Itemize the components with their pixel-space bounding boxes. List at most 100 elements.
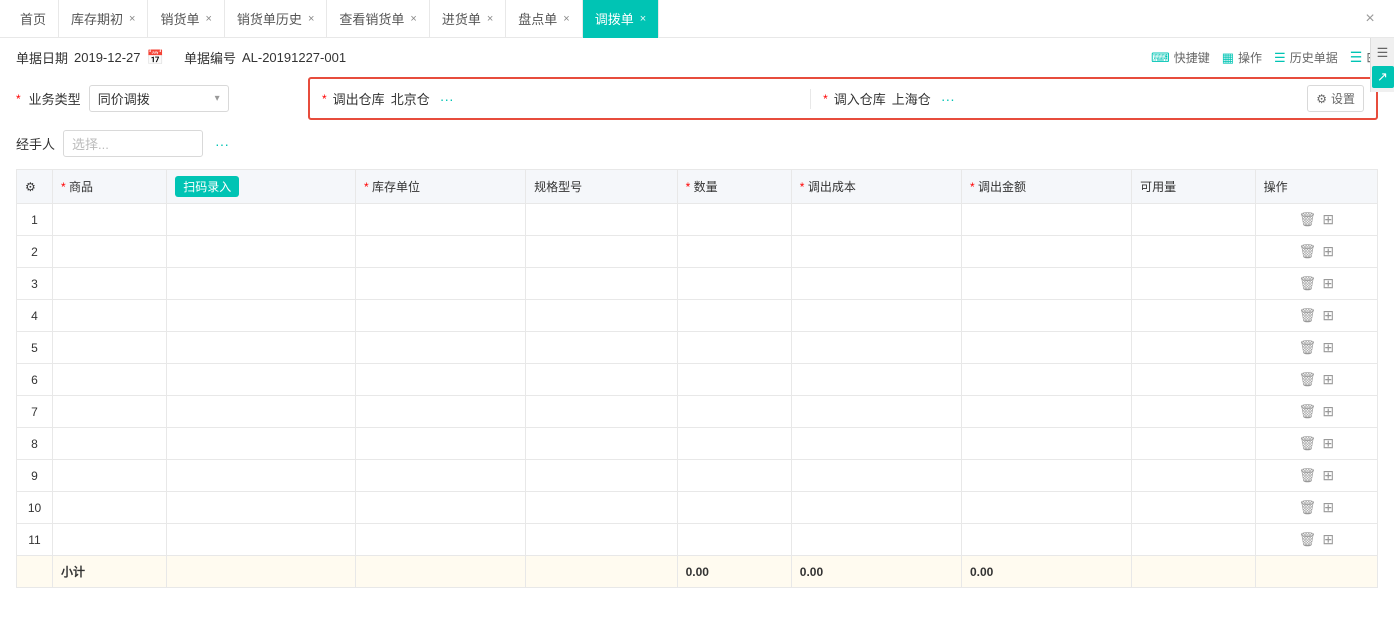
- row-spec-10[interactable]: [526, 492, 677, 524]
- row-spec-9[interactable]: [526, 460, 677, 492]
- sidebar-list-icon[interactable]: ☰: [1372, 42, 1394, 64]
- copy-icon-8[interactable]: ⊞: [1322, 435, 1334, 452]
- tab-inventory-init[interactable]: 库存期初 ×: [59, 0, 148, 38]
- scan-entry-button[interactable]: 扫码录入: [175, 176, 239, 197]
- tab-view-sales[interactable]: 查看销货单 ×: [327, 0, 429, 38]
- row-unit-10[interactable]: [355, 492, 525, 524]
- copy-icon-4[interactable]: ⊞: [1322, 307, 1334, 324]
- row-cost-11[interactable]: [791, 524, 961, 556]
- row-amount-4[interactable]: [961, 300, 1131, 332]
- row-goods-3[interactable]: [53, 268, 167, 300]
- row-unit-5[interactable]: [355, 332, 525, 364]
- row-cost-8[interactable]: [791, 428, 961, 460]
- handler-ellipsis[interactable]: ···: [211, 136, 233, 152]
- row-unit-9[interactable]: [355, 460, 525, 492]
- tab-close-purchase-order[interactable]: ×: [487, 13, 493, 25]
- delete-icon-8[interactable]: 🗑: [1299, 435, 1317, 452]
- row-cost-5[interactable]: [791, 332, 961, 364]
- row-cost-10[interactable]: [791, 492, 961, 524]
- delete-icon-10[interactable]: 🗑: [1299, 499, 1317, 516]
- row-qty-9[interactable]: [677, 460, 791, 492]
- row-goods-5[interactable]: [53, 332, 167, 364]
- row-unit-7[interactable]: [355, 396, 525, 428]
- tab-close-sales-order[interactable]: ×: [205, 13, 211, 25]
- window-close-button[interactable]: ×: [1354, 0, 1386, 38]
- row-goods-1[interactable]: [53, 204, 167, 236]
- row-cost-3[interactable]: [791, 268, 961, 300]
- row-amount-11[interactable]: [961, 524, 1131, 556]
- row-unit-1[interactable]: [355, 204, 525, 236]
- handler-select[interactable]: 选择...: [63, 130, 203, 157]
- row-cost-2[interactable]: [791, 236, 961, 268]
- delete-icon-11[interactable]: 🗑: [1299, 531, 1317, 548]
- settings-button[interactable]: ⚙ 设置: [1307, 85, 1364, 112]
- row-unit-6[interactable]: [355, 364, 525, 396]
- row-amount-8[interactable]: [961, 428, 1131, 460]
- shortcuts-button[interactable]: ⌨ 快捷键: [1151, 49, 1210, 66]
- row-spec-8[interactable]: [526, 428, 677, 460]
- tab-sales-history[interactable]: 销货单历史 ×: [225, 0, 327, 38]
- row-amount-1[interactable]: [961, 204, 1131, 236]
- row-spec-4[interactable]: [526, 300, 677, 332]
- row-goods-6[interactable]: [53, 364, 167, 396]
- delete-icon-3[interactable]: 🗑: [1299, 275, 1317, 292]
- copy-icon-1[interactable]: ⊞: [1322, 211, 1334, 228]
- copy-icon-6[interactable]: ⊞: [1322, 371, 1334, 388]
- copy-icon-9[interactable]: ⊞: [1322, 467, 1334, 484]
- operations-button[interactable]: ▦ 操作: [1222, 49, 1262, 66]
- warehouse-out-value[interactable]: 北京仓: [391, 89, 430, 108]
- row-qty-10[interactable]: [677, 492, 791, 524]
- tab-close-view-sales[interactable]: ×: [410, 13, 416, 25]
- row-amount-7[interactable]: [961, 396, 1131, 428]
- delete-icon-7[interactable]: 🗑: [1299, 403, 1317, 420]
- row-unit-2[interactable]: [355, 236, 525, 268]
- warehouse-in-ellipsis[interactable]: ···: [937, 91, 959, 107]
- row-qty-6[interactable]: [677, 364, 791, 396]
- copy-icon-7[interactable]: ⊞: [1322, 403, 1334, 420]
- row-unit-11[interactable]: [355, 524, 525, 556]
- tab-close-inventory-init[interactable]: ×: [129, 13, 135, 25]
- row-qty-4[interactable]: [677, 300, 791, 332]
- tab-sales-order[interactable]: 销货单 ×: [148, 0, 224, 38]
- tab-close-sales-history[interactable]: ×: [308, 13, 314, 25]
- delete-icon-6[interactable]: 🗑: [1299, 371, 1317, 388]
- row-spec-2[interactable]: [526, 236, 677, 268]
- row-goods-11[interactable]: [53, 524, 167, 556]
- row-cost-7[interactable]: [791, 396, 961, 428]
- row-qty-2[interactable]: [677, 236, 791, 268]
- sidebar-export-icon[interactable]: ↗: [1372, 66, 1394, 88]
- row-goods-9[interactable]: [53, 460, 167, 492]
- tab-inventory-check[interactable]: 盘点单 ×: [506, 0, 582, 38]
- table-gear-icon[interactable]: ⚙: [25, 180, 36, 194]
- layout-list-icon[interactable]: ☰: [1350, 49, 1363, 66]
- tab-close-transfer-order[interactable]: ×: [640, 13, 646, 25]
- row-unit-8[interactable]: [355, 428, 525, 460]
- delete-icon-4[interactable]: 🗑: [1299, 307, 1317, 324]
- row-goods-4[interactable]: [53, 300, 167, 332]
- row-spec-11[interactable]: [526, 524, 677, 556]
- delete-icon-9[interactable]: 🗑: [1299, 467, 1317, 484]
- row-cost-4[interactable]: [791, 300, 961, 332]
- delete-icon-2[interactable]: 🗑: [1299, 243, 1317, 260]
- tab-home[interactable]: 首页: [8, 0, 59, 38]
- row-cost-9[interactable]: [791, 460, 961, 492]
- delete-icon-1[interactable]: 🗑: [1299, 211, 1317, 228]
- row-qty-5[interactable]: [677, 332, 791, 364]
- row-amount-3[interactable]: [961, 268, 1131, 300]
- history-button[interactable]: ☰ 历史单据: [1274, 49, 1338, 66]
- row-unit-4[interactable]: [355, 300, 525, 332]
- row-qty-1[interactable]: [677, 204, 791, 236]
- tab-close-inventory-check[interactable]: ×: [563, 13, 569, 25]
- row-goods-10[interactable]: [53, 492, 167, 524]
- tab-purchase-order[interactable]: 进货单 ×: [430, 0, 506, 38]
- row-amount-9[interactable]: [961, 460, 1131, 492]
- copy-icon-11[interactable]: ⊞: [1322, 531, 1334, 548]
- copy-icon-10[interactable]: ⊞: [1322, 499, 1334, 516]
- warehouse-in-value[interactable]: 上海仓: [892, 89, 931, 108]
- tab-transfer-order[interactable]: 调拨单 ×: [583, 0, 659, 38]
- row-amount-5[interactable]: [961, 332, 1131, 364]
- row-spec-5[interactable]: [526, 332, 677, 364]
- copy-icon-2[interactable]: ⊞: [1322, 243, 1334, 260]
- row-cost-6[interactable]: [791, 364, 961, 396]
- row-unit-3[interactable]: [355, 268, 525, 300]
